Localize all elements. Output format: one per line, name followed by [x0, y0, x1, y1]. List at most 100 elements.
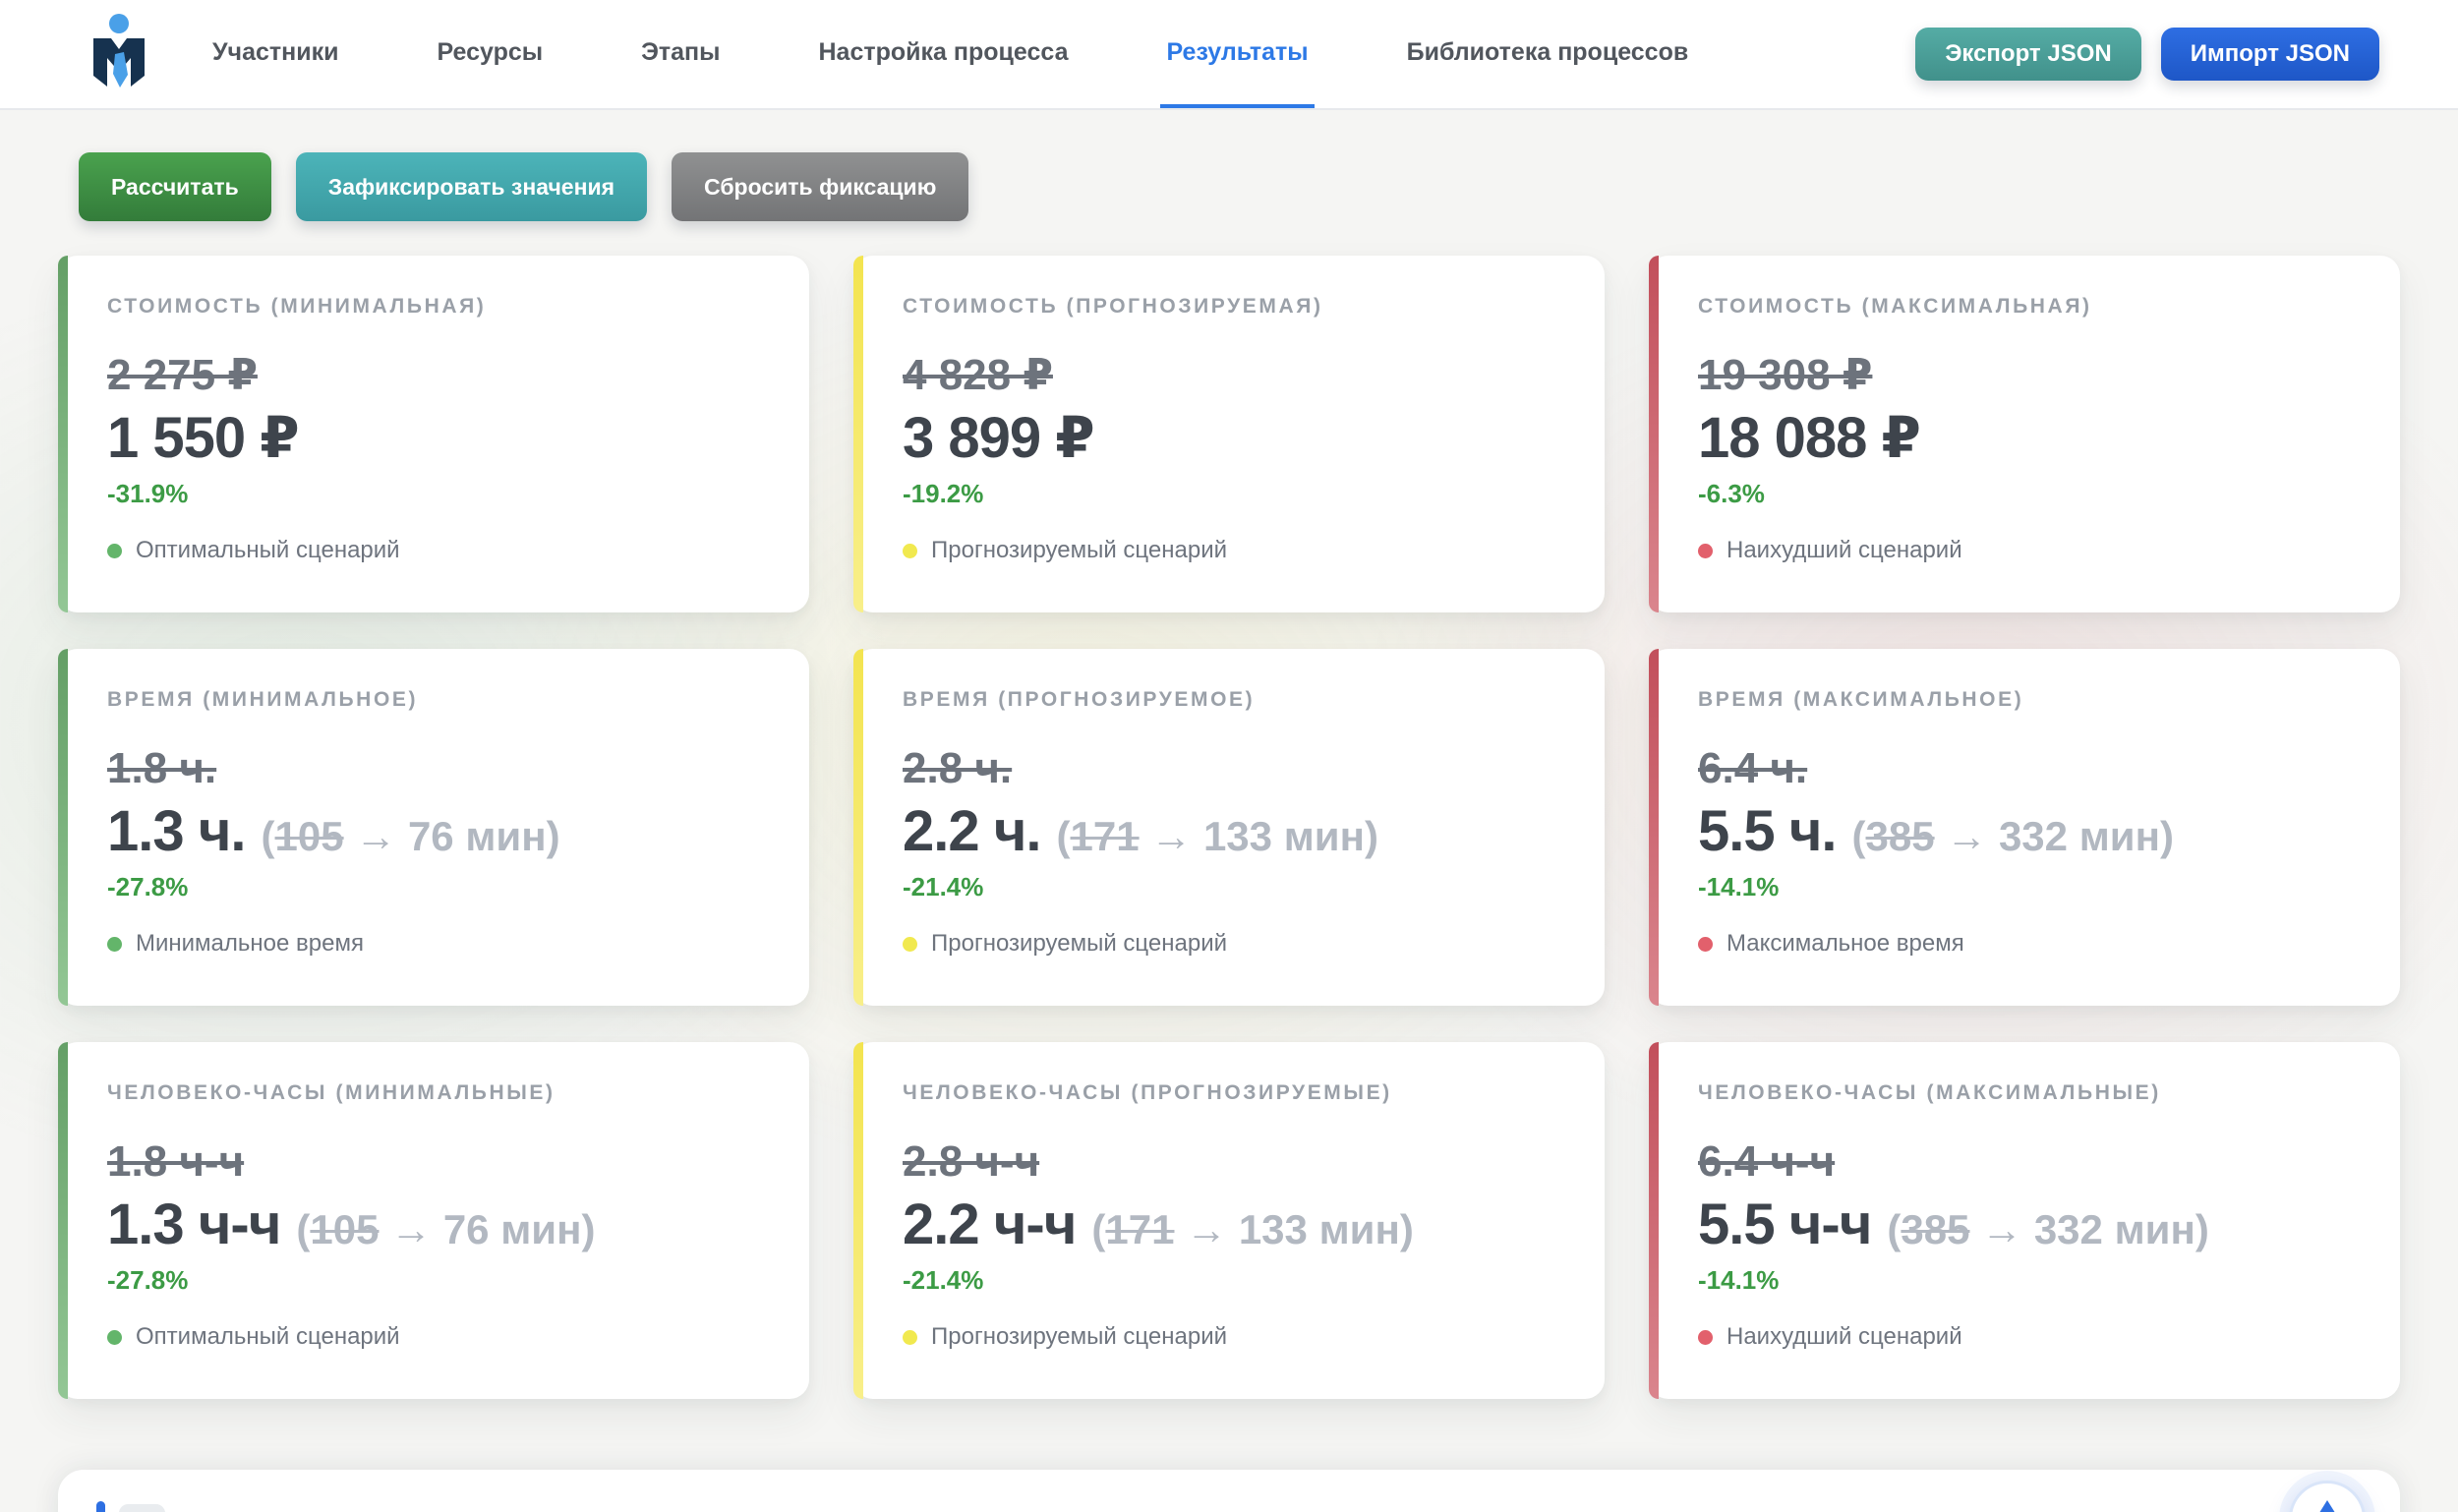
legend-label: Наихудший сценарий: [1726, 537, 1962, 564]
detail-arrow: →: [1946, 813, 1988, 860]
reset-fix-button[interactable]: Сбросить фиксацию: [672, 152, 969, 221]
card-title: ВРЕМЯ (МИНИМАЛЬНОЕ): [107, 688, 419, 711]
detail-new-value: 133 мин: [1202, 813, 1365, 860]
detail-new-value: 76 мин: [407, 813, 547, 860]
card-title: ЧЕЛОВЕКО-ЧАСЫ (ПРОГНОЗИРУЕМЫЕ): [903, 1081, 1392, 1104]
card-accent-stripe: [1649, 256, 1659, 612]
main-value: 5.5 ч.: [1698, 799, 1838, 864]
metric-card: ЧЕЛОВЕКО-ЧАСЫ (ПРОГНОЗИРУЕМЫЕ) 2.8 ч-ч 2…: [853, 1042, 1605, 1399]
detail-arrow: →: [390, 1206, 433, 1253]
old-value: 1.8 ч.: [107, 744, 217, 792]
tab-results[interactable]: Результаты: [1160, 0, 1315, 108]
percent-change: -21.4%: [903, 1265, 984, 1296]
percent-change: -14.1%: [1698, 872, 1780, 902]
old-value: 2.8 ч-ч: [903, 1137, 1040, 1186]
main-value: 18 088 ₽: [1698, 406, 1921, 471]
legend-dot-icon: [1698, 1329, 1713, 1345]
scenario-legend: Прогнозируемый сценарий: [903, 930, 1565, 958]
metric-card: ЧЕЛОВЕКО-ЧАСЫ (МАКСИМАЛЬНЫЕ) 6.4 ч-ч 5.5…: [1649, 1042, 2400, 1399]
detail-arrow: →: [1186, 1206, 1228, 1253]
card-accent-stripe: [853, 649, 863, 1006]
bottom-panel: Топ этапов по стоимости и времени: [58, 1470, 2400, 1512]
calculate-button[interactable]: Рассчитать: [79, 152, 271, 221]
value-row: 5.5 ч-ч (385 → 332 мин): [1698, 1192, 2361, 1257]
main-value: 1.3 ч.: [107, 799, 247, 864]
arrow-up-icon: [2312, 1500, 2342, 1512]
old-value: 1.8 ч-ч: [107, 1137, 245, 1186]
main-value: 2.2 ч.: [903, 799, 1042, 864]
legend-dot-icon: [107, 1329, 122, 1345]
legend-label: Оптимальный сценарий: [136, 1323, 400, 1351]
value-row: 18 088 ₽: [1698, 406, 2361, 471]
detail-old-value: 105: [274, 813, 344, 860]
card-title: ВРЕМЯ (МАКСИМАЛЬНОЕ): [1698, 688, 2024, 711]
detail-old-value: 171: [1070, 813, 1140, 860]
legend-dot-icon: [903, 936, 917, 952]
legend-label: Прогнозируемый сценарий: [931, 930, 1228, 958]
value-detail: (171 → 133 мин): [1091, 1206, 1414, 1253]
detail-new-value: 76 мин: [442, 1206, 582, 1253]
percent-change: -19.2%: [903, 479, 984, 509]
card-title: ЧЕЛОВЕКО-ЧАСЫ (МАКСИМАЛЬНЫЕ): [1698, 1081, 2161, 1104]
toolbar: Рассчитать Зафиксировать значения Сброси…: [79, 152, 2400, 221]
metric-card: ВРЕМЯ (МИНИМАЛЬНОЕ) 1.8 ч. 1.3 ч. (105 →…: [58, 649, 809, 1006]
percent-change: -14.1%: [1698, 1265, 1780, 1296]
legend-label: Максимальное время: [1726, 930, 1964, 958]
detail-old-value: 385: [1901, 1206, 1970, 1253]
detail-new-value: 332 мин: [2033, 1206, 2195, 1253]
scenario-legend: Наихудший сценарий: [1698, 537, 2361, 564]
card-accent-stripe: [1649, 649, 1659, 1006]
percent-change: -27.8%: [107, 872, 189, 902]
detail-new-value: 133 мин: [1238, 1206, 1400, 1253]
tab-stages[interactable]: Этапы: [635, 0, 726, 108]
metrics-grid: СТОИМОСТЬ (МИНИМАЛЬНАЯ) 2 275 ₽ 1 550 ₽ …: [58, 256, 2400, 1399]
metric-card: СТОИМОСТЬ (МИНИМАЛЬНАЯ) 2 275 ₽ 1 550 ₽ …: [58, 256, 809, 612]
scenario-legend: Оптимальный сценарий: [107, 537, 770, 564]
main-value: 1 550 ₽: [107, 406, 300, 471]
legend-label: Минимальное время: [136, 930, 364, 958]
value-row: 3 899 ₽: [903, 406, 1565, 471]
export-json-button[interactable]: Экспорт JSON: [1915, 28, 2141, 81]
card-accent-stripe: [58, 256, 68, 612]
import-json-button[interactable]: Импорт JSON: [2160, 28, 2379, 81]
percent-change: -27.8%: [107, 1265, 189, 1296]
detail-arrow: →: [1150, 813, 1193, 860]
scenario-legend: Наихудший сценарий: [1698, 1323, 2361, 1351]
metric-card: СТОИМОСТЬ (ПРОГНОЗИРУЕМАЯ) 4 828 ₽ 3 899…: [853, 256, 1605, 612]
card-title: СТОИМОСТЬ (МИНИМАЛЬНАЯ): [107, 295, 487, 318]
value-row: 2.2 ч-ч (171 → 133 мин): [903, 1192, 1565, 1257]
legend-dot-icon: [903, 1329, 917, 1345]
old-value: 2.8 ч.: [903, 744, 1013, 792]
nav-tabs: Участники Ресурсы Этапы Настройка процес…: [206, 0, 1694, 108]
main-value: 5.5 ч-ч: [1698, 1192, 1872, 1257]
legend-dot-icon: [1698, 936, 1713, 952]
top-nav: Участники Ресурсы Этапы Настройка процес…: [0, 0, 2458, 110]
tab-participants[interactable]: Участники: [206, 0, 344, 108]
legend-label: Оптимальный сценарий: [136, 537, 400, 564]
old-value: 6.4 ч-ч: [1698, 1137, 1836, 1186]
scenario-legend: Максимальное время: [1698, 930, 2361, 958]
old-value: 4 828 ₽: [903, 351, 1053, 399]
legend-dot-icon: [1698, 543, 1713, 558]
value-detail: (105 → 76 мин): [296, 1206, 596, 1253]
main-value: 3 899 ₽: [903, 406, 1095, 471]
percent-change: -6.3%: [1698, 479, 1765, 509]
scenario-legend: Прогнозируемый сценарий: [903, 1323, 1565, 1351]
detail-old-value: 171: [1105, 1206, 1175, 1253]
metric-card: ЧЕЛОВЕКО-ЧАСЫ (МИНИМАЛЬНЫЕ) 1.8 ч-ч 1.3 …: [58, 1042, 809, 1399]
app-logo logo-m-person-icon[interactable]: [87, 13, 151, 95]
tab-resources[interactable]: Ресурсы: [431, 0, 549, 108]
value-detail: (385 → 332 мин): [1887, 1206, 2209, 1253]
tab-process-settings[interactable]: Настройка процесса: [813, 0, 1075, 108]
card-accent-stripe: [58, 1042, 68, 1399]
card-title: СТОИМОСТЬ (МАКСИМАЛЬНАЯ): [1698, 295, 2092, 318]
metric-card: ВРЕМЯ (ПРОГНОЗИРУЕМОЕ) 2.8 ч. 2.2 ч. (17…: [853, 649, 1605, 1006]
metric-card: СТОИМОСТЬ (МАКСИМАЛЬНАЯ) 19 308 ₽ 18 088…: [1649, 256, 2400, 612]
tab-process-library[interactable]: Библиотека процессов: [1401, 0, 1695, 108]
card-accent-stripe: [853, 256, 863, 612]
section-head: Топ этапов по стоимости и времени: [96, 1501, 2400, 1512]
fix-values-button[interactable]: Зафиксировать значения: [295, 152, 648, 221]
legend-label: Прогнозируемый сценарий: [931, 1323, 1228, 1351]
legend-label: Прогнозируемый сценарий: [931, 537, 1228, 564]
old-value: 6.4 ч.: [1698, 744, 1808, 792]
